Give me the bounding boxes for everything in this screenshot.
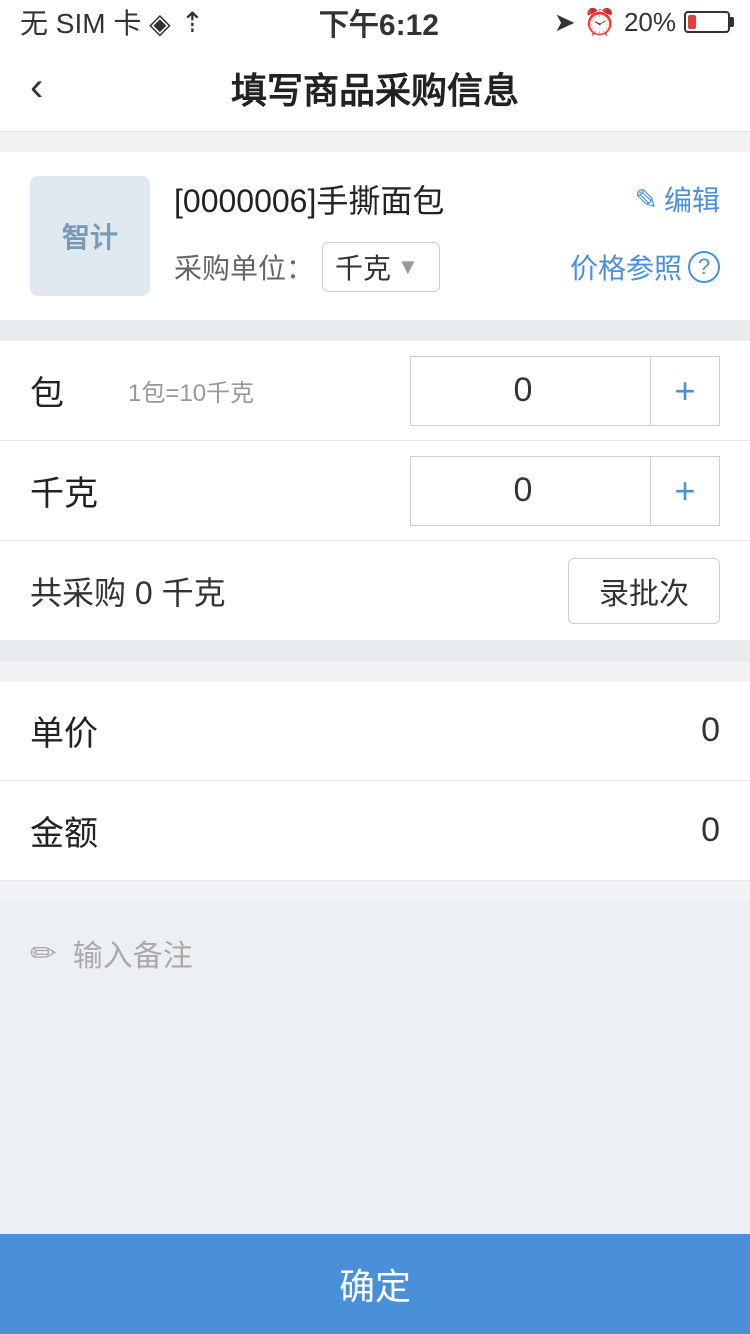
status-time: 下午6:12	[319, 0, 439, 44]
wifi-icon: ⇡	[181, 6, 204, 39]
pencil-icon: ✏	[30, 934, 57, 972]
product-thumbnail: 智计	[30, 176, 150, 296]
edit-icon: ✎	[635, 183, 658, 216]
edit-button[interactable]: ✎ 编辑	[635, 179, 720, 219]
amount-label: 金额	[30, 806, 98, 855]
bag-input-row: 包 1包=10千克 +	[0, 341, 750, 441]
kg-input-row: 千克 +	[0, 441, 750, 541]
status-bar: 无 SIM 卡 ◈ ⇡ 下午6:12 ➤ ⏰ 20%	[0, 0, 750, 44]
nav-bar: ‹ 填写商品采购信息	[0, 44, 750, 132]
gps-icon: ➤	[554, 7, 576, 38]
confirm-button[interactable]: 确定	[0, 1234, 750, 1334]
unit-price-row: 单价 0	[0, 681, 750, 781]
product-name-row: [0000006]手撕面包 ✎ 编辑	[174, 176, 720, 222]
total-purchase-text: 共采购 0 千克	[30, 568, 226, 614]
amount-value: 0	[701, 811, 720, 850]
back-button[interactable]: ‹	[30, 55, 53, 120]
chevron-down-icon: ▼	[397, 254, 419, 280]
kg-label: 千克	[30, 466, 120, 515]
remark-section[interactable]: ✏ 输入备注	[0, 901, 750, 1005]
record-batch-button[interactable]: 录批次	[568, 558, 720, 624]
unit-value: 千克	[335, 247, 391, 287]
summary-row: 共采购 0 千克 录批次	[0, 541, 750, 641]
price-ref-button[interactable]: 价格参照 ?	[570, 247, 720, 287]
amount-row: 金额 0	[0, 781, 750, 881]
bag-input-controls: +	[410, 356, 720, 426]
unit-label: 采购单位：	[174, 247, 314, 287]
status-left: 无 SIM 卡 ◈ ⇡	[20, 2, 204, 42]
price-section: 单价 0 金额 0	[0, 681, 750, 881]
bag-sub-label: 1包=10千克	[128, 373, 254, 408]
help-icon: ?	[688, 251, 720, 283]
kg-quantity-input[interactable]	[410, 456, 650, 526]
product-info: [0000006]手撕面包 ✎ 编辑 采购单位： 千克 ▼ 价格参照 ?	[174, 176, 720, 292]
battery-icon	[684, 11, 730, 33]
remark-placeholder: 输入备注	[73, 931, 193, 975]
edit-label: 编辑	[664, 179, 720, 219]
kg-input-controls: +	[410, 456, 720, 526]
alarm-icon: ⏰	[584, 7, 616, 38]
kg-plus-button[interactable]: +	[650, 456, 720, 526]
section-divider-1	[0, 321, 750, 341]
battery-percent: 20%	[624, 7, 676, 38]
bag-label: 包	[30, 366, 120, 415]
page-title: 填写商品采购信息	[231, 62, 519, 114]
product-name: [0000006]手撕面包	[174, 176, 444, 222]
bag-quantity-input[interactable]	[410, 356, 650, 426]
product-card: 智计 [0000006]手撕面包 ✎ 编辑 采购单位： 千克 ▼ 价格参照 ?	[0, 152, 750, 321]
status-right: ➤ ⏰ 20%	[554, 7, 730, 38]
unit-price-label: 单价	[30, 706, 98, 755]
unit-select[interactable]: 千克 ▼	[322, 242, 440, 292]
unit-price-value: 0	[701, 711, 720, 750]
bag-plus-button[interactable]: +	[650, 356, 720, 426]
sim-label: 无 SIM 卡 ◈	[20, 2, 171, 42]
price-ref-label: 价格参照	[570, 247, 682, 287]
product-unit-row: 采购单位： 千克 ▼ 价格参照 ?	[174, 242, 720, 292]
input-section: 包 1包=10千克 + 千克 + 共采购 0 千克 录批次	[0, 341, 750, 641]
section-divider-2	[0, 641, 750, 661]
